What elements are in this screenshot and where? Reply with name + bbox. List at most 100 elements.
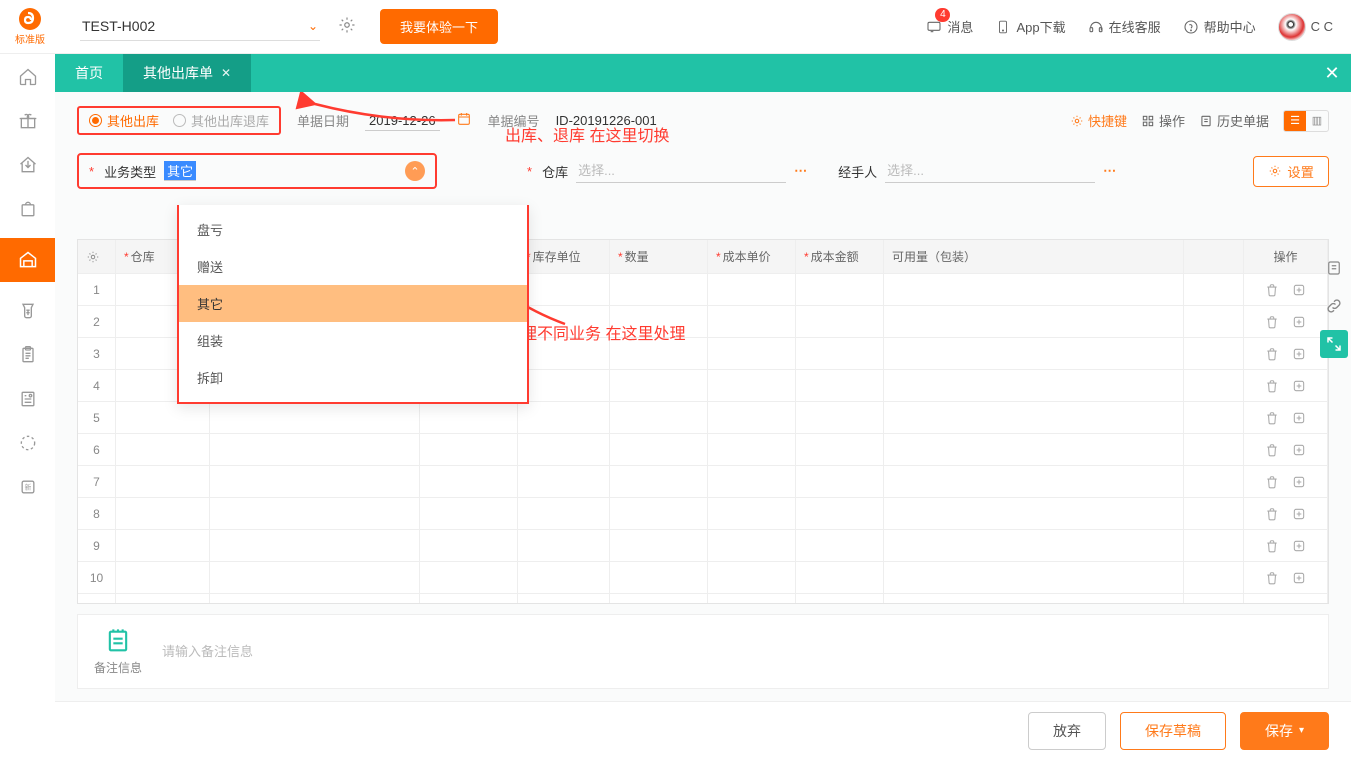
add-row-icon[interactable] (1292, 282, 1307, 297)
cell[interactable] (708, 594, 796, 604)
add-row-icon[interactable] (1292, 442, 1307, 457)
add-row-icon[interactable] (1292, 602, 1307, 604)
rail-link-icon[interactable] (1320, 292, 1348, 320)
cell[interactable] (1184, 530, 1244, 562)
shortcut-action[interactable]: 快捷键 (1070, 111, 1127, 130)
nav-circle-icon[interactable] (17, 432, 39, 454)
tab-close-icon[interactable]: ✕ (221, 66, 231, 80)
add-row-icon[interactable] (1292, 378, 1307, 393)
support-link[interactable]: 在线客服 (1088, 17, 1161, 36)
cell[interactable] (518, 498, 610, 530)
save-draft-button[interactable]: 保存草稿 (1120, 712, 1226, 750)
cell[interactable] (708, 306, 796, 338)
cell[interactable] (884, 434, 1184, 466)
cell[interactable] (1184, 402, 1244, 434)
cell[interactable] (884, 594, 1184, 604)
cell[interactable] (610, 562, 708, 594)
cell[interactable] (1184, 274, 1244, 306)
cell[interactable] (1184, 594, 1244, 604)
delete-row-icon[interactable] (1265, 442, 1280, 457)
download-link[interactable]: App下载 (995, 17, 1065, 36)
cell[interactable] (884, 402, 1184, 434)
cell[interactable] (116, 498, 210, 530)
warehouse-more-icon[interactable]: ⋯ (794, 163, 808, 179)
cancel-button[interactable]: 放弃 (1028, 712, 1106, 750)
tab-home[interactable]: 首页 (55, 54, 123, 92)
nav-bag-icon[interactable] (17, 198, 39, 220)
delete-row-icon[interactable] (1265, 346, 1280, 361)
cell[interactable] (610, 274, 708, 306)
cell[interactable] (1184, 562, 1244, 594)
cell[interactable] (796, 306, 884, 338)
add-row-icon[interactable] (1292, 474, 1307, 489)
remark-input[interactable] (162, 644, 1312, 659)
col-gear[interactable] (78, 240, 116, 274)
cell[interactable] (884, 306, 1184, 338)
delete-row-icon[interactable] (1265, 570, 1280, 585)
cell[interactable] (708, 370, 796, 402)
warehouse-input[interactable] (576, 159, 786, 183)
cell[interactable] (210, 466, 420, 498)
cell[interactable] (518, 274, 610, 306)
cell[interactable] (210, 530, 420, 562)
cell[interactable] (116, 562, 210, 594)
cell[interactable] (708, 274, 796, 306)
history-action[interactable]: 历史单据 (1199, 111, 1269, 130)
cell[interactable] (796, 370, 884, 402)
cell[interactable] (1184, 498, 1244, 530)
cell[interactable] (116, 402, 210, 434)
cell[interactable] (116, 466, 210, 498)
tab-doc[interactable]: 其他出库单 ✕ (123, 54, 251, 92)
add-row-icon[interactable] (1292, 314, 1307, 329)
biztype-option[interactable]: 组装 (179, 322, 527, 359)
cell[interactable] (518, 434, 610, 466)
add-row-icon[interactable] (1292, 506, 1307, 521)
cell[interactable] (420, 530, 518, 562)
nav-warehouse-icon[interactable] (0, 238, 55, 282)
biztype-caret-icon[interactable]: ⌃ (405, 161, 425, 181)
nav-gift-icon[interactable] (17, 110, 39, 132)
cell[interactable] (610, 498, 708, 530)
cell[interactable] (884, 562, 1184, 594)
cell[interactable] (610, 594, 708, 604)
nav-new-icon[interactable]: 新 (17, 476, 39, 498)
cell[interactable] (796, 498, 884, 530)
add-row-icon[interactable] (1292, 410, 1307, 425)
cell[interactable] (610, 370, 708, 402)
cell[interactable] (518, 466, 610, 498)
delete-row-icon[interactable] (1265, 474, 1280, 489)
cell[interactable] (884, 530, 1184, 562)
cell[interactable] (884, 498, 1184, 530)
tenant-select[interactable]: TEST-H002 ⌄ (80, 12, 320, 41)
cell[interactable] (116, 530, 210, 562)
biztype-option[interactable]: 拆卸 (179, 359, 527, 396)
nav-import-icon[interactable] (17, 154, 39, 176)
biztype-option[interactable]: 盘亏 (179, 211, 527, 248)
cell[interactable] (420, 498, 518, 530)
handler-more-icon[interactable]: ⋯ (1103, 163, 1117, 179)
cell[interactable] (796, 434, 884, 466)
add-row-icon[interactable] (1292, 346, 1307, 361)
cell[interactable] (708, 562, 796, 594)
biztype-option[interactable]: 其它 (179, 285, 527, 322)
messages-link[interactable]: 4 消息 (926, 17, 973, 36)
radio-outbound[interactable]: 其他出库 (89, 111, 159, 130)
cell[interactable] (518, 402, 610, 434)
cell[interactable] (420, 434, 518, 466)
add-row-icon[interactable] (1292, 570, 1307, 585)
cell[interactable] (796, 274, 884, 306)
cell[interactable] (1184, 338, 1244, 370)
save-button[interactable]: 保存▾ (1240, 712, 1329, 750)
cell[interactable] (708, 338, 796, 370)
radio-return[interactable]: 其他出库退库 (173, 111, 269, 130)
cell[interactable] (796, 530, 884, 562)
cell[interactable] (420, 594, 518, 604)
view-list-icon[interactable]: ☰ (1284, 111, 1306, 131)
biztype-option[interactable]: 赠送 (179, 248, 527, 285)
handler-input[interactable] (885, 159, 1095, 183)
cell[interactable] (518, 594, 610, 604)
calendar-icon[interactable] (456, 111, 472, 130)
delete-row-icon[interactable] (1265, 410, 1280, 425)
delete-row-icon[interactable] (1265, 602, 1280, 604)
operate-action[interactable]: 操作 (1141, 111, 1185, 130)
